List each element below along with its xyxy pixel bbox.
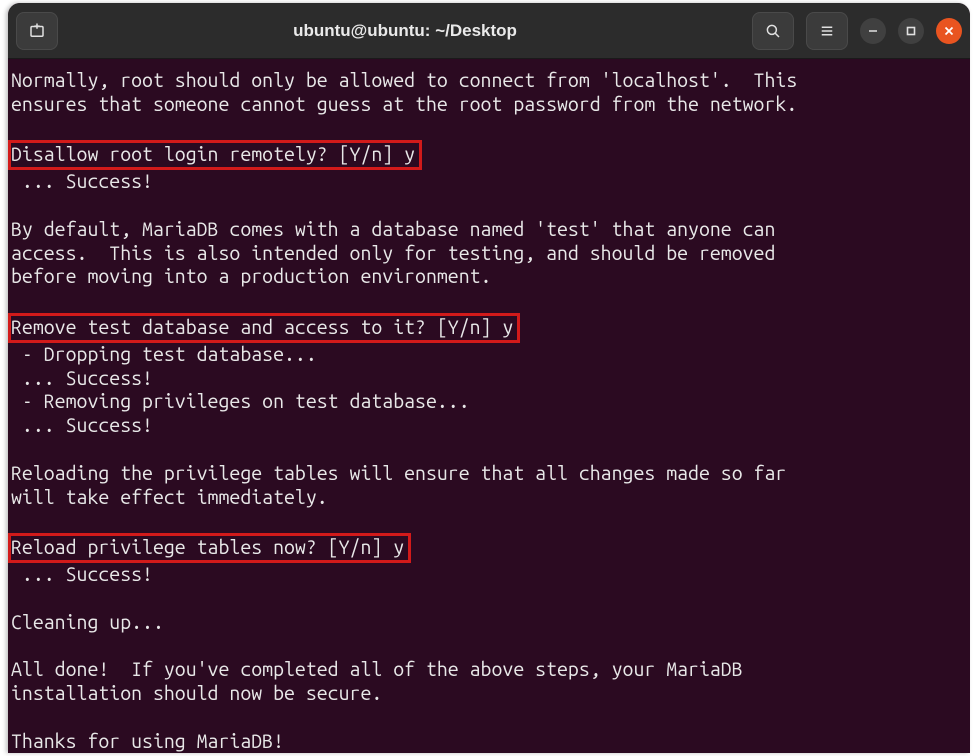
terminal-output[interactable]: Normally, root should only be allowed to… xyxy=(8,59,970,753)
search-button[interactable] xyxy=(752,12,794,50)
maximize-icon xyxy=(905,25,917,37)
new-tab-button[interactable] xyxy=(16,12,58,50)
terminal-window: ubuntu@ubuntu: ~/Desktop xyxy=(8,3,970,753)
minimize-icon xyxy=(867,25,879,37)
terminal-line: - Removing privileges on test database..… xyxy=(11,390,470,412)
close-icon xyxy=(943,25,955,37)
window-title: ubuntu@ubuntu: ~/Desktop xyxy=(66,21,744,41)
terminal-line: ... Success! xyxy=(11,414,153,436)
terminal-line: All done! If you've completed all of the… xyxy=(11,658,743,680)
highlighted-prompt: Remove test database and access to it? [… xyxy=(8,313,520,343)
terminal-line: ... Success! xyxy=(11,563,153,585)
menu-button[interactable] xyxy=(806,12,848,50)
terminal-line: before moving into a production environm… xyxy=(11,265,491,287)
search-icon xyxy=(764,22,782,40)
terminal-line: - Dropping test database... xyxy=(11,343,317,365)
terminal-line: installation should now be secure. xyxy=(11,682,382,704)
terminal-line: ... Success! xyxy=(11,367,153,389)
new-tab-icon xyxy=(28,22,46,40)
terminal-line: Cleaning up... xyxy=(11,611,164,633)
maximize-button[interactable] xyxy=(898,18,924,44)
terminal-line: ensures that someone cannot guess at the… xyxy=(11,93,797,115)
terminal-line: access. This is also intended only for t… xyxy=(11,242,775,264)
terminal-line: will take effect immediately. xyxy=(11,486,328,508)
terminal-line: ... Success! xyxy=(11,170,153,192)
terminal-line: Normally, root should only be allowed to… xyxy=(11,69,797,91)
highlighted-prompt: Reload privilege tables now? [Y/n] y xyxy=(8,533,411,563)
minimize-button[interactable] xyxy=(860,18,886,44)
title-bar: ubuntu@ubuntu: ~/Desktop xyxy=(8,3,970,59)
terminal-line: Thanks for using MariaDB! xyxy=(11,730,284,752)
terminal-line: By default, MariaDB comes with a databas… xyxy=(11,218,775,240)
close-button[interactable] xyxy=(936,18,962,44)
terminal-line: Reloading the privilege tables will ensu… xyxy=(11,462,786,484)
hamburger-menu-icon xyxy=(818,22,836,40)
highlighted-prompt: Disallow root login remotely? [Y/n] y xyxy=(8,140,422,170)
